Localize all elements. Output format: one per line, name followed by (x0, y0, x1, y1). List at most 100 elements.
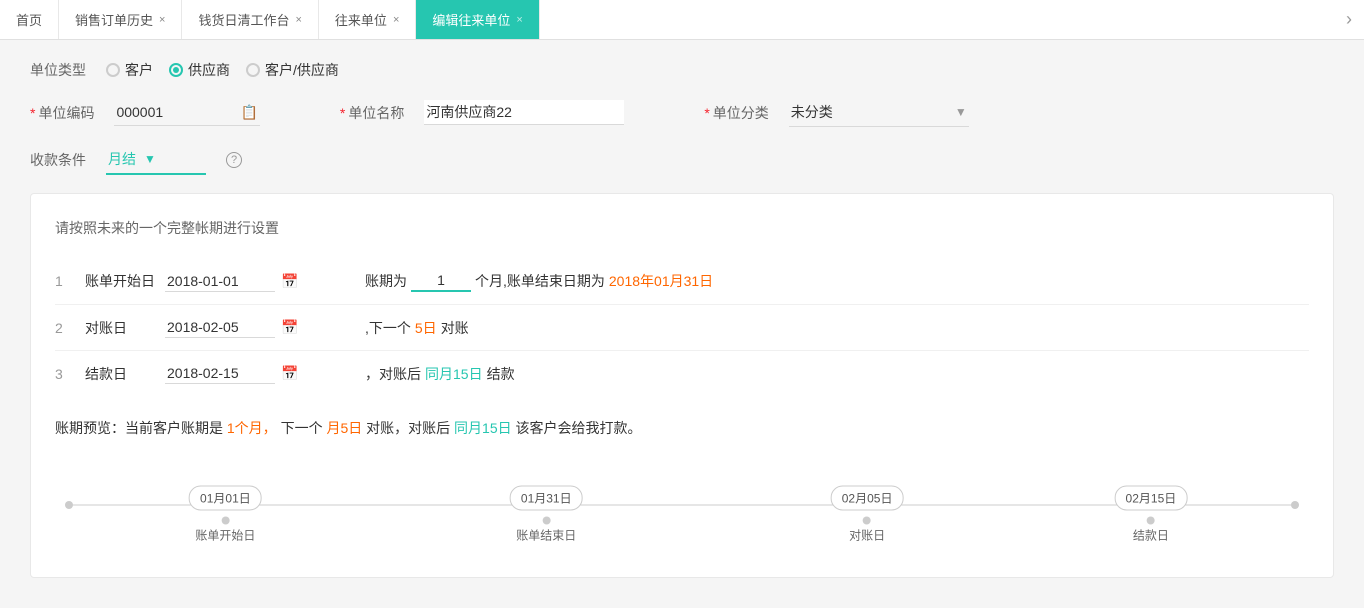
step-calendar-icon-3[interactable]: 📅 (281, 365, 298, 382)
payment-condition-value: 月结 (108, 149, 136, 169)
step-calendar-icon-1[interactable]: 📅 (281, 273, 298, 290)
timeline-label-reconcile: 对账日 (849, 527, 885, 544)
step-row-1: 1 账单开始日 📅 账期为 个月,账单结束日期为 2018年01月31日 (55, 258, 1309, 305)
tab-partner-unit-label: 往来单位 (335, 10, 387, 29)
tab-sales-history[interactable]: 销售订单历史 × (59, 0, 182, 39)
unit-type-radio-group: 客户 供应商 客户/供应商 (106, 60, 339, 80)
tab-cash-workbench[interactable]: 钱货日清工作台 × (182, 0, 318, 39)
unit-code-field: 📋 (114, 100, 259, 126)
timeline-point-end: 01月31日 账单结束日 (510, 486, 583, 525)
tab-partner-unit[interactable]: 往来单位 × (319, 0, 416, 39)
payment-condition-select[interactable]: 月结 ▼ (106, 145, 206, 175)
timeline-badge-start: 01月01日 (189, 486, 262, 511)
payment-condition-row: 收款条件 月结 ▼ ? (30, 145, 1334, 175)
step-desc-3: ，对账后 同月15日 结款 (365, 364, 1309, 384)
tab-more-button[interactable]: › (1334, 0, 1364, 39)
preview-reconcile-day: 月5日 (326, 420, 362, 436)
step-date-1: 📅 (165, 271, 365, 292)
step-desc-prefix-3: ，对账后 (365, 364, 421, 384)
step-row-2: 2 对账日 📅 ,下一个 5日 对账 (55, 305, 1309, 351)
step-desc-suffix-2: 对账 (441, 318, 469, 338)
unit-category-select[interactable]: 未分类 ▼ (789, 98, 969, 127)
unit-type-label: 单位类型 (30, 60, 86, 80)
step-name-2: 对账日 (85, 318, 165, 338)
step-num-2: 2 (55, 320, 85, 336)
step-date-input-3[interactable] (165, 363, 275, 384)
period-settings-card: 请按照未来的一个完整帐期进行设置 1 账单开始日 📅 账期为 个月,账单结束日期… (30, 193, 1334, 578)
step-highlight-2: 5日 (415, 318, 437, 338)
step-date-3: 📅 (165, 363, 365, 384)
unit-code-label: 单位编码 (30, 103, 94, 123)
tab-home[interactable]: 首页 (0, 0, 59, 39)
timeline-point-reconcile: 02月05日 对账日 (831, 486, 904, 525)
timeline-wrapper: 01月01日 账单开始日 01月31日 账单结束日 02月05日 对账日 (65, 465, 1299, 545)
step-date-input-1[interactable] (165, 271, 275, 292)
step-name-3: 结款日 (85, 364, 165, 384)
tab-cash-workbench-label: 钱货日清工作台 (198, 10, 289, 29)
tabs-bar: 首页 销售订单历史 × 钱货日清工作台 × 往来单位 × 编辑往来单位 × › (0, 0, 1364, 40)
radio-supplier-label: 供应商 (188, 60, 230, 80)
preview-period: 1个月， (227, 420, 277, 436)
tab-cash-workbench-close[interactable]: × (295, 14, 301, 26)
steps-table: 1 账单开始日 📅 账期为 个月,账单结束日期为 2018年01月31日 2 对… (55, 258, 1309, 396)
step-name-1: 账单开始日 (85, 271, 165, 291)
step-row-3: 3 结款日 📅 ，对账后 同月15日 结款 (55, 351, 1309, 396)
radio-both-circle (246, 63, 260, 77)
step-desc-prefix-2: ,下一个 (365, 318, 411, 338)
radio-supplier[interactable]: 供应商 (169, 60, 230, 80)
step-desc-after-1: 个月,账单结束日期为 (475, 271, 605, 291)
help-icon[interactable]: ? (226, 152, 242, 168)
unit-category-label: 单位分类 (704, 103, 768, 123)
timeline-dot-left (65, 501, 73, 509)
preview-end: 该客户会给我打款。 (516, 420, 642, 436)
step-desc-before-1: 账期为 (365, 271, 407, 291)
tab-sales-history-close[interactable]: × (159, 14, 165, 26)
step-desc-2: ,下一个 5日 对账 (365, 318, 1309, 338)
step-calendar-icon-2[interactable]: 📅 (281, 319, 298, 336)
tab-edit-partner[interactable]: 编辑往来单位 × (416, 0, 539, 39)
preview-mid: 下一个 (281, 420, 323, 436)
unit-code-input[interactable] (116, 104, 236, 120)
unit-category-value: 未分类 (791, 102, 947, 122)
timeline-label-start: 账单开始日 (195, 527, 255, 544)
preview-text: 账期预览：当前客户账期是 1个月， 下一个 月5日 对账，对账后 同月15日 该… (55, 416, 1309, 441)
preview-pay-day: 同月15日 (454, 420, 512, 436)
step-desc-suffix-3: 结款 (487, 364, 515, 384)
tab-partner-unit-close[interactable]: × (393, 14, 399, 26)
unit-name-input[interactable] (424, 100, 624, 125)
timeline-badge-payment: 02月15日 (1115, 486, 1188, 511)
timeline-dot-right (1291, 501, 1299, 509)
tab-home-label: 首页 (16, 10, 42, 29)
step-highlight-1: 2018年01月31日 (609, 271, 713, 291)
step-desc-1: 账期为 个月,账单结束日期为 2018年01月31日 (365, 270, 1309, 292)
tab-edit-partner-label: 编辑往来单位 (432, 10, 510, 29)
step-num-1: 1 (55, 273, 85, 289)
timeline-container: 01月01日 账单开始日 01月31日 账单结束日 02月05日 对账日 (55, 465, 1309, 545)
period-input[interactable] (411, 270, 471, 292)
main-content: 单位类型 客户 供应商 客户/供应商 单位编码 📋 单位名称 单位分类 (0, 40, 1364, 598)
radio-customer-label: 客户 (125, 60, 153, 80)
unit-code-icon[interactable]: 📋 (240, 104, 257, 121)
step-highlight-3: 同月15日 (425, 364, 483, 384)
unit-category-arrow: ▼ (955, 105, 967, 119)
preview-reconcile-suffix: 对账，对账后 (366, 420, 450, 436)
unit-info-row: 单位编码 📋 单位名称 单位分类 未分类 ▼ (30, 98, 1334, 127)
radio-both-label: 客户/供应商 (265, 60, 339, 80)
payment-condition-label: 收款条件 (30, 150, 86, 170)
timeline-badge-reconcile: 02月05日 (831, 486, 904, 511)
step-date-2: 📅 (165, 317, 365, 338)
unit-type-row: 单位类型 客户 供应商 客户/供应商 (30, 60, 1334, 80)
tab-edit-partner-close[interactable]: × (516, 14, 522, 26)
step-date-input-2[interactable] (165, 317, 275, 338)
timeline-point-start: 01月01日 账单开始日 (189, 486, 262, 525)
radio-customer-circle (106, 63, 120, 77)
radio-customer[interactable]: 客户 (106, 60, 153, 80)
step-num-3: 3 (55, 366, 85, 382)
tab-sales-history-label: 销售订单历史 (75, 10, 153, 29)
timeline-badge-end: 01月31日 (510, 486, 583, 511)
payment-condition-arrow: ▼ (144, 152, 156, 166)
timeline-label-end: 账单结束日 (516, 527, 576, 544)
timeline-point-payment: 02月15日 结款日 (1115, 486, 1188, 525)
radio-both[interactable]: 客户/供应商 (246, 60, 339, 80)
card-hint: 请按照未来的一个完整帐期进行设置 (55, 218, 1309, 238)
